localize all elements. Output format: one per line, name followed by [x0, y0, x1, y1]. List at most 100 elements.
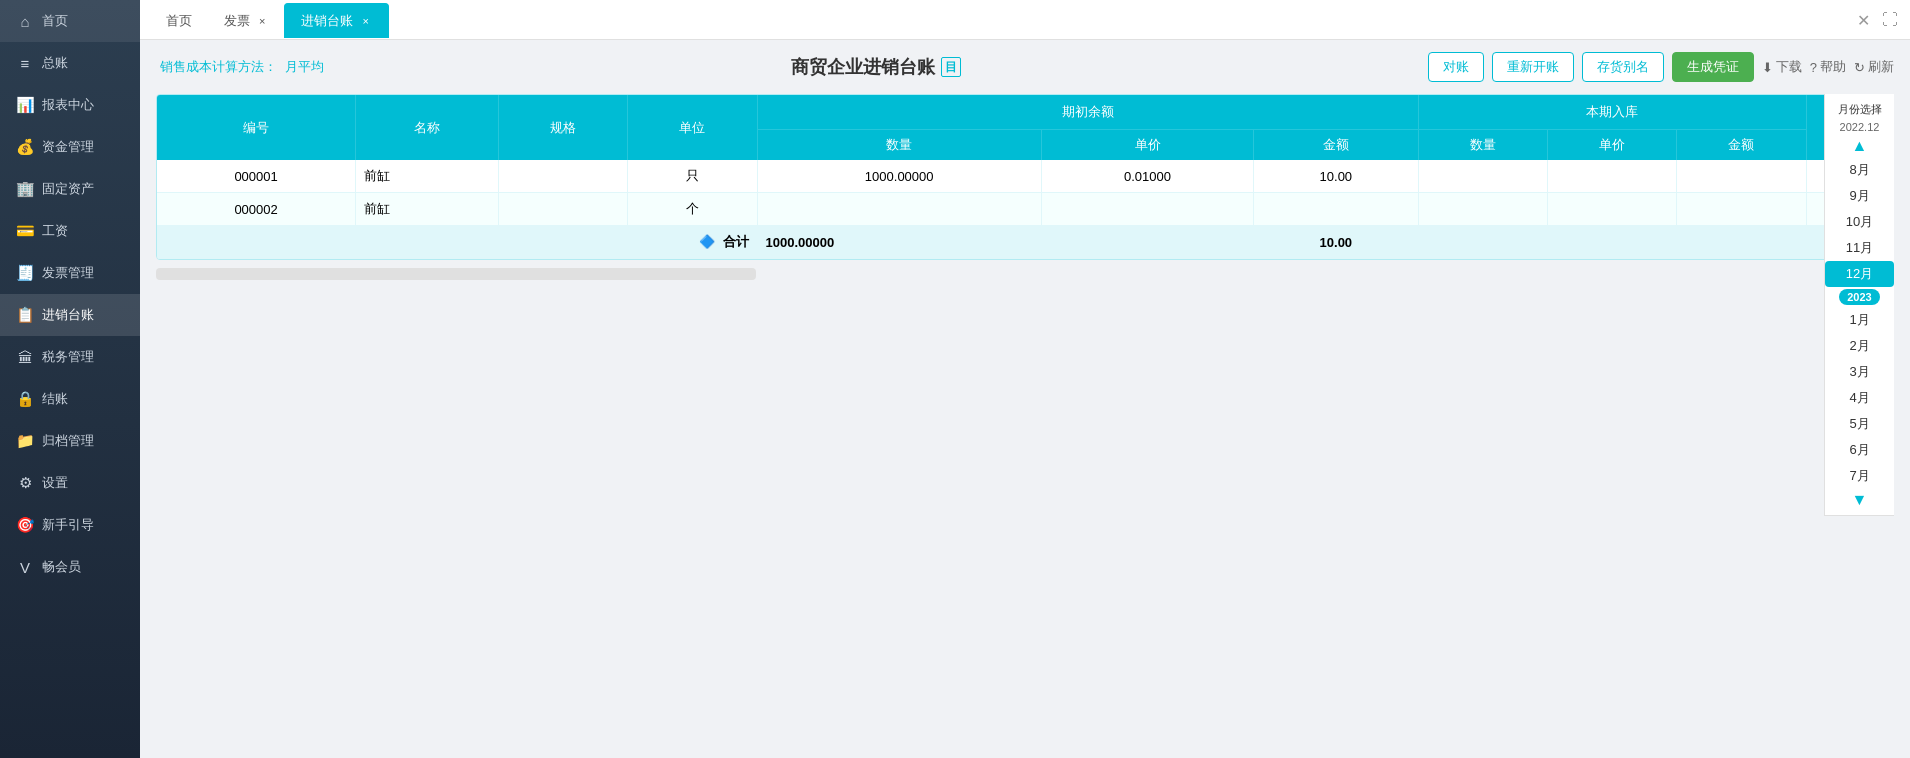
- col-header-spec: 规格: [498, 95, 627, 160]
- generate-voucher-button[interactable]: 生成凭证: [1672, 52, 1754, 82]
- sidebar-item-ledger[interactable]: ≡ 总账: [0, 42, 140, 84]
- stock-ledger-table: 编号 名称 规格 单位 期初余额 本期入库 数 数量 单价 金额 数: [157, 95, 1893, 259]
- total-ruku-amount: [1677, 226, 1806, 259]
- sidebar-item-member[interactable]: V 畅会员: [0, 546, 140, 588]
- save-alias-button[interactable]: 存货别名: [1582, 52, 1664, 82]
- window-maximize-button[interactable]: ⛶: [1878, 9, 1902, 31]
- cell-ruku-qty: [1418, 193, 1547, 226]
- month-item-4[interactable]: 4月: [1825, 385, 1894, 411]
- sidebar-item-invoice-mgmt[interactable]: 🧾 发票管理: [0, 252, 140, 294]
- tab-invoice-close[interactable]: ×: [256, 14, 268, 28]
- table-body: 000001 前缸 只 1000.00000 0.01000 10.00: [157, 160, 1893, 259]
- col-header-unit: 单位: [628, 95, 757, 160]
- cell-unit: 只: [628, 160, 757, 193]
- col-sub-qichu-qty: 数量: [757, 130, 1041, 161]
- col-header-qichu: 期初余额: [757, 95, 1418, 130]
- tab-stock-ledger[interactable]: 进销台账 ×: [284, 3, 388, 38]
- cell-ruku-price: [1547, 193, 1676, 226]
- cell-qichu-qty: 1000.00000: [757, 160, 1041, 193]
- cell-id: 000001: [157, 160, 356, 193]
- month-item-7[interactable]: 7月: [1825, 463, 1894, 489]
- sidebar-item-label: 首页: [42, 12, 68, 30]
- tab-invoice-label: 发票: [224, 12, 250, 30]
- total-qichu-qty: 1000.00000: [757, 226, 1041, 259]
- sidebar-item-fixed-assets[interactable]: 🏢 固定资产: [0, 168, 140, 210]
- tab-home-label: 首页: [166, 12, 192, 30]
- help-button[interactable]: ? 帮助: [1810, 58, 1846, 76]
- page-title-text: 商贸企业进销台账: [791, 55, 935, 79]
- refresh-button[interactable]: ↻ 刷新: [1854, 58, 1894, 76]
- col-sub-ruku-price: 单价: [1547, 130, 1676, 161]
- month-item-9[interactable]: 9月: [1825, 183, 1894, 209]
- settings-icon: ⚙: [16, 474, 34, 492]
- month-item-5[interactable]: 5月: [1825, 411, 1894, 437]
- year-marker-2023: 2023: [1839, 289, 1879, 305]
- month-item-6[interactable]: 6月: [1825, 437, 1894, 463]
- sidebar-item-payroll[interactable]: 💳 工资: [0, 210, 140, 252]
- total-ruku-qty: [1418, 226, 1547, 259]
- sidebar-item-stock-ledger[interactable]: 📋 进销台账: [0, 294, 140, 336]
- tab-stock-ledger-close[interactable]: ×: [359, 14, 371, 28]
- download-button[interactable]: ⬇ 下载: [1762, 58, 1802, 76]
- month-item-12[interactable]: 12月: [1825, 261, 1894, 287]
- sidebar-item-archive[interactable]: 📁 归档管理: [0, 420, 140, 462]
- sidebar-item-label: 工资: [42, 222, 68, 240]
- cell-spec: [498, 193, 627, 226]
- window-controls: ✕ ⛶: [1853, 0, 1910, 40]
- sidebar-item-tax[interactable]: 🏛 税务管理: [0, 336, 140, 378]
- col-sub-ruku-qty: 数量: [1418, 130, 1547, 161]
- total-qichu-price: [1041, 226, 1253, 259]
- stock-ledger-icon: 📋: [16, 306, 34, 324]
- table-row: 000001 前缸 只 1000.00000 0.01000 10.00: [157, 160, 1893, 193]
- tab-stock-ledger-label: 进销台账: [301, 12, 353, 30]
- tax-icon: 🏛: [16, 349, 34, 366]
- table-month-wrapper: 编号 名称 规格 单位 期初余额 本期入库 数 数量 单价 金额 数: [156, 94, 1894, 260]
- table-row: 000002 前缸 个: [157, 193, 1893, 226]
- sidebar-item-label: 进销台账: [42, 306, 94, 324]
- funds-icon: 💰: [16, 138, 34, 156]
- cell-id: 000002: [157, 193, 356, 226]
- month-item-10[interactable]: 10月: [1825, 209, 1894, 235]
- month-scroll-down[interactable]: ▼: [1852, 489, 1868, 511]
- sidebar-item-label: 固定资产: [42, 180, 94, 198]
- sidebar-item-close[interactable]: 🔒 结账: [0, 378, 140, 420]
- sidebar-item-label: 畅会员: [42, 558, 81, 576]
- sidebar-item-reports[interactable]: 📊 报表中心: [0, 84, 140, 126]
- main-area: 首页 发票 × 进销台账 × ✕ ⛶ 销售成本计算方法： 月平均 商贸: [140, 0, 1910, 758]
- horizontal-scrollbar[interactable]: [156, 268, 756, 280]
- tab-invoice[interactable]: 发票 ×: [208, 4, 284, 38]
- close-period-icon: 🔒: [16, 390, 34, 408]
- reconcile-button[interactable]: 对账: [1428, 52, 1484, 82]
- sidebar-item-settings[interactable]: ⚙ 设置: [0, 462, 140, 504]
- sidebar-item-label: 新手引导: [42, 516, 94, 534]
- sidebar-item-label: 资金管理: [42, 138, 94, 156]
- cell-name: 前缸: [356, 193, 499, 226]
- invoice-mgmt-icon: 🧾: [16, 264, 34, 282]
- month-item-1[interactable]: 1月: [1825, 307, 1894, 333]
- tab-home[interactable]: 首页: [150, 4, 208, 38]
- cost-method-label: 销售成本计算方法：: [160, 59, 277, 74]
- page-title-icon[interactable]: 目: [941, 57, 961, 77]
- sidebar-item-label: 归档管理: [42, 432, 94, 450]
- cost-method-value: 月平均: [285, 59, 324, 74]
- month-item-2[interactable]: 2月: [1825, 333, 1894, 359]
- cell-name: 前缸: [356, 160, 499, 193]
- col-sub-qichu-amount: 金额: [1254, 130, 1418, 161]
- month-panel: 月份选择 2022.12 ▲ 8月 9月 10月 11月 12月 2023 1月…: [1824, 94, 1894, 516]
- content-area: 销售成本计算方法： 月平均 商贸企业进销台账 目 对账 重新开账 存货别名 生成…: [140, 40, 1910, 758]
- sidebar-item-funds[interactable]: 💰 资金管理: [0, 126, 140, 168]
- fixed-assets-icon: 🏢: [16, 180, 34, 198]
- sidebar-item-guide[interactable]: 🎯 新手引导: [0, 504, 140, 546]
- month-item-11[interactable]: 11月: [1825, 235, 1894, 261]
- month-scroll-up[interactable]: ▲: [1852, 135, 1868, 157]
- cell-spec: [498, 160, 627, 193]
- archive-icon: 📁: [16, 432, 34, 450]
- toolbar: 对账 重新开账 存货别名 生成凭证 ⬇ 下载 ? 帮助 ↻ 刷新: [1428, 52, 1894, 82]
- month-item-3[interactable]: 3月: [1825, 359, 1894, 385]
- reopen-button[interactable]: 重新开账: [1492, 52, 1574, 82]
- total-row: 🔷 合计 1000.00000 10.00: [157, 226, 1893, 259]
- month-item-8[interactable]: 8月: [1825, 157, 1894, 183]
- cell-qichu-price: [1041, 193, 1253, 226]
- window-close-button[interactable]: ✕: [1853, 9, 1874, 32]
- sidebar-item-home[interactable]: ⌂ 首页: [0, 0, 140, 42]
